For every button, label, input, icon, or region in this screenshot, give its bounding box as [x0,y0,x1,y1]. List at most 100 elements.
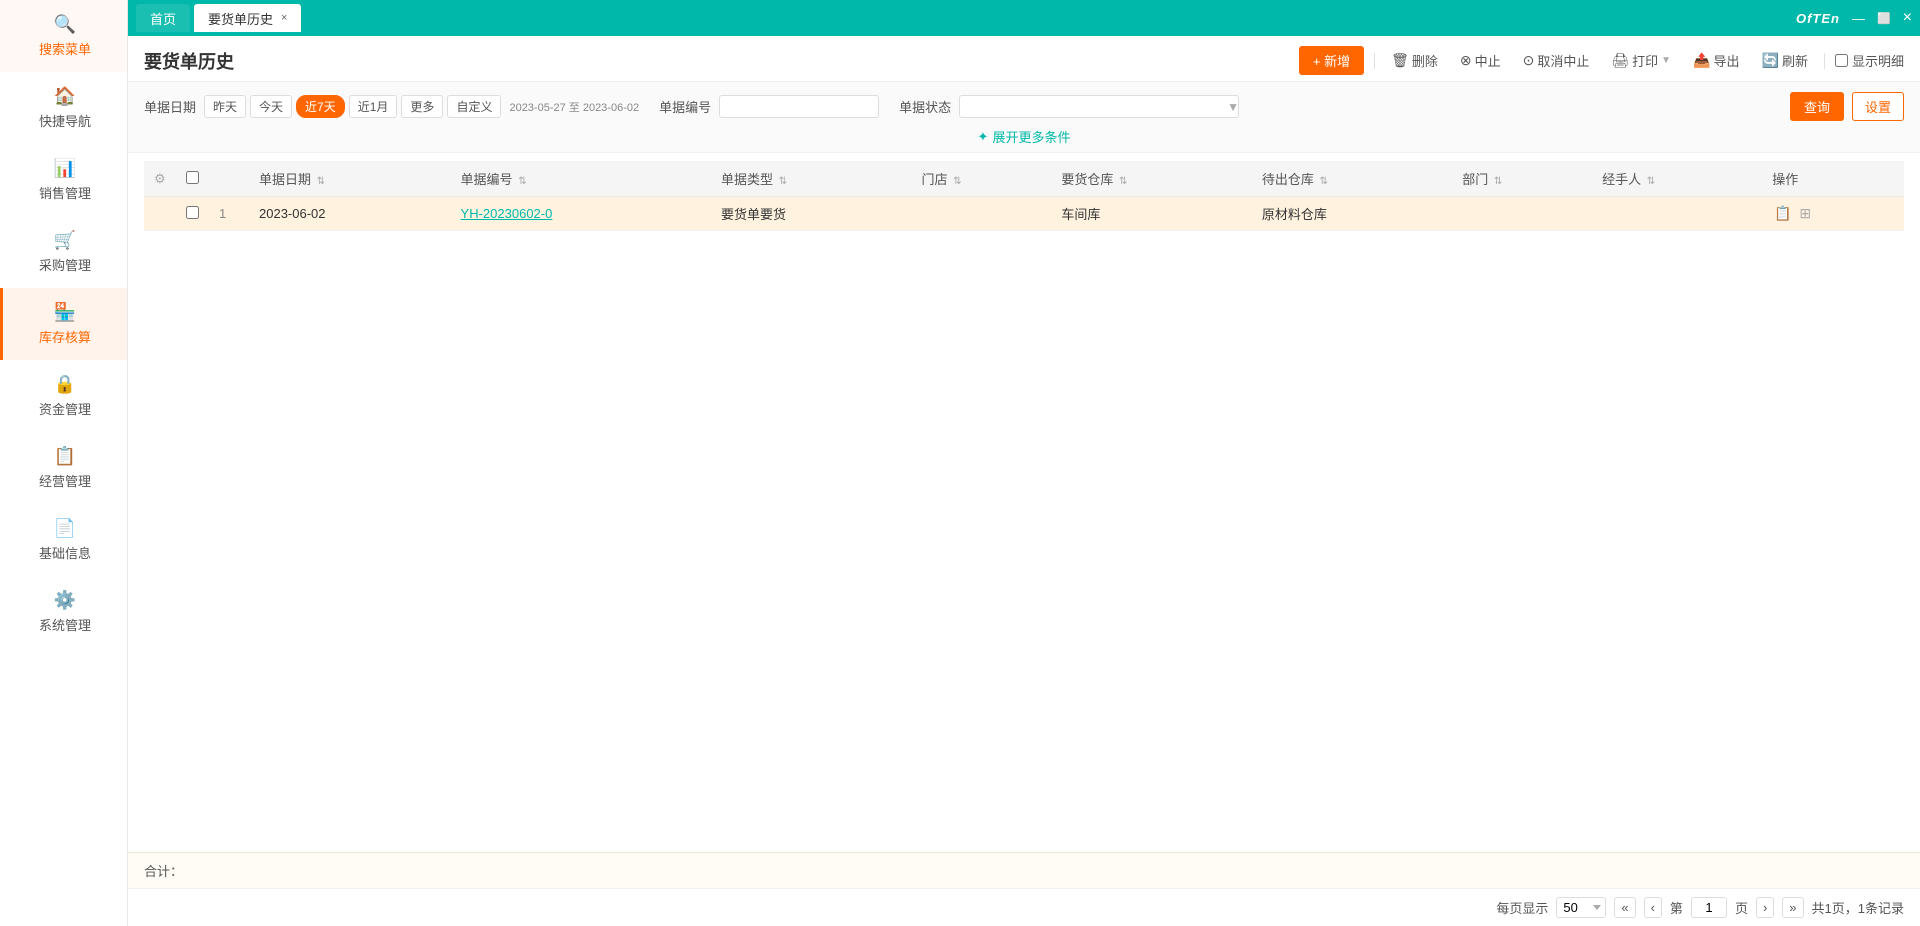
date-btn-更多[interactable]: 更多 [401,95,443,118]
doc-no-link-0[interactable]: YH-20230602-0 [461,206,553,221]
refresh-button[interactable]: 🔄 刷新 [1756,48,1814,73]
sidebar-item-operations-mgmt[interactable]: 📋经营管理 [0,432,127,504]
first-page-button[interactable]: « [1614,897,1635,918]
display-detail-checkbox[interactable]: 显示明细 [1835,51,1904,70]
sort-store-icon[interactable]: ⇅ [953,176,961,187]
minimize-btn[interactable]: — [1852,11,1865,26]
brand-name: OfTEn [1796,11,1840,26]
date-btn-今天[interactable]: 今天 [250,95,292,118]
sort-doc-date-icon[interactable]: ⇅ [317,176,325,187]
print-dropdown-icon[interactable]: ▼ [1661,55,1671,66]
new-button[interactable]: + 新增 [1299,46,1364,75]
sort-doc-type-icon[interactable]: ⇅ [779,176,787,187]
sidebar-item-quick-nav[interactable]: 🏠快捷导航 [0,72,127,144]
sort-req-warehouse-icon[interactable]: ⇅ [1119,176,1127,187]
col-settings: ⚙ [144,161,176,197]
refresh-icon: 🔄 [1762,52,1779,69]
sidebar-icon-basic-info: 📄 [54,518,76,539]
sidebar: 🔍搜索菜单🏠快捷导航📊销售管理🛒采购管理🏪库存核算🔒资金管理📋经营管理📄基础信息… [0,0,128,926]
date-btn-近7天[interactable]: 近7天 [296,95,345,118]
col-doc-no: 单据编号 ⇅ [451,161,711,197]
cancel-stop-button[interactable]: ⊙ 取消中止 [1517,48,1596,73]
expand-more-label: 展开更多条件 [992,127,1070,146]
cancel-stop-label: 取消中止 [1537,51,1589,70]
print-icon: 🖨 [1611,52,1629,69]
sort-pending-warehouse-icon[interactable]: ⇅ [1319,176,1327,187]
settings-button[interactable]: 设置 [1852,92,1904,121]
stop-label: 中止 [1475,51,1501,70]
last-page-button[interactable]: » [1782,897,1803,918]
tab-requisition-history[interactable]: 要货单历史× [194,4,301,32]
date-filter-group: 单据日期 昨天今天近7天近1月更多自定义 2023-05-27 至 2023-0… [144,95,639,118]
date-btn-近1月[interactable]: 近1月 [349,95,398,118]
stop-button[interactable]: ⊗ 中止 [1454,48,1507,73]
table-row: 1 2023-06-02 YH-20230602-0 要货单要货 车间库 原材料… [144,197,1904,231]
sidebar-item-finance-mgmt[interactable]: 🔒资金管理 [0,360,127,432]
date-btn-昨天[interactable]: 昨天 [204,95,246,118]
date-btn-自定义[interactable]: 自定义 [447,95,501,118]
display-detail-input[interactable] [1835,54,1848,67]
sort-doc-no-icon[interactable]: ⇅ [518,176,526,187]
delete-button[interactable]: 🗑 删除 [1385,48,1444,73]
search-button[interactable]: 查询 [1790,92,1844,121]
status-filter-input[interactable] [959,95,1239,118]
export-label: 导出 [1714,51,1740,70]
col-doc-type: 单据类型 ⇅ [711,161,911,197]
date-filter-label: 单据日期 [144,97,196,116]
row-checkbox-0[interactable] [186,206,199,219]
col-num [209,161,249,197]
cell-department-0 [1452,197,1592,231]
select-all-checkbox[interactable] [186,171,199,184]
col-settings-icon[interactable]: ⚙ [154,171,166,186]
tab-close-requisition-history[interactable]: × [281,12,287,24]
docno-filter-label: 单据编号 [659,97,711,116]
page-header: 要货单历史 + 新增 🗑 删除 ⊗ 中止 ⊙ 取消中止 🖨 打 [128,36,1920,82]
docno-filter-group: 单据编号 [659,95,879,118]
print-button[interactable]: 🖨 打印 ▼ [1605,48,1677,73]
delete-icon: 🗑 [1391,52,1409,69]
col-handler: 经手人 ⇅ [1592,161,1762,197]
expand-chevron-icon: ✦ [978,129,989,145]
toolbar: + 新增 🗑 删除 ⊗ 中止 ⊙ 取消中止 🖨 打印 ▼ [1299,46,1904,75]
sidebar-item-inventory[interactable]: 🏪库存核算 [0,288,127,360]
sort-handler-icon[interactable]: ⇅ [1647,176,1655,187]
col-req-warehouse: 要货仓库 ⇅ [1051,161,1251,197]
close-btn[interactable]: × [1903,9,1912,27]
tab-label-home: 首页 [150,9,176,28]
table-header: ⚙ 单据日期 ⇅ 单据编号 ⇅ [144,161,1904,197]
sidebar-icon-inventory: 🏪 [54,302,76,323]
filter-row-1: 单据日期 昨天今天近7天近1月更多自定义 2023-05-27 至 2023-0… [144,92,1904,121]
col-pending-warehouse: 待出仓库 ⇅ [1252,161,1452,197]
maximize-btn[interactable]: ⬜ [1877,12,1891,25]
docno-filter-input[interactable] [719,95,879,118]
sidebar-item-search-menu[interactable]: 🔍搜索菜单 [0,0,127,72]
sidebar-item-basic-info[interactable]: 📄基础信息 [0,504,127,576]
export-button[interactable]: 📤 导出 [1687,48,1745,73]
op-more-icon-0[interactable]: ⊞ [1799,205,1811,221]
sidebar-item-purchase-mgmt[interactable]: 🛒采购管理 [0,216,127,288]
sidebar-item-sales-mgmt[interactable]: 📊销售管理 [0,144,127,216]
status-filter-label: 单据状态 [899,97,951,116]
toolbar-divider-1 [1374,53,1375,69]
sidebar-item-system-mgmt[interactable]: ⚙️系统管理 [0,576,127,648]
status-dropdown-icon[interactable]: ▼ [1227,100,1239,114]
refresh-label: 刷新 [1782,51,1808,70]
sidebar-label-sales-mgmt: 销售管理 [39,183,91,202]
cell-doc-no-0[interactable]: YH-20230602-0 [451,197,711,231]
page-prefix-label: 第 [1670,898,1683,917]
content-area: 要货单历史 + 新增 🗑 删除 ⊗ 中止 ⊙ 取消中止 🖨 打 [128,36,1920,926]
sort-department-icon[interactable]: ⇅ [1494,176,1502,187]
date-range-display: 2023-05-27 至 2023-06-02 [509,99,639,115]
expand-more-btn[interactable]: ✦ 展开更多条件 [144,127,1904,146]
op-edit-icon-0[interactable]: 📋 [1774,205,1791,221]
cell-pending-warehouse-0: 原材料仓库 [1252,197,1452,231]
sum-row: 合计： [128,852,1920,888]
cell-num-0: 1 [209,197,249,231]
next-page-button[interactable]: › [1756,897,1774,918]
prev-page-button[interactable]: ‹ [1644,897,1662,918]
page-size-select[interactable]: 102050100 [1556,897,1606,918]
sidebar-label-finance-mgmt: 资金管理 [39,399,91,418]
display-detail-label: 显示明细 [1852,51,1904,70]
page-number-input[interactable] [1691,897,1727,918]
tab-home[interactable]: 首页 [136,4,190,32]
